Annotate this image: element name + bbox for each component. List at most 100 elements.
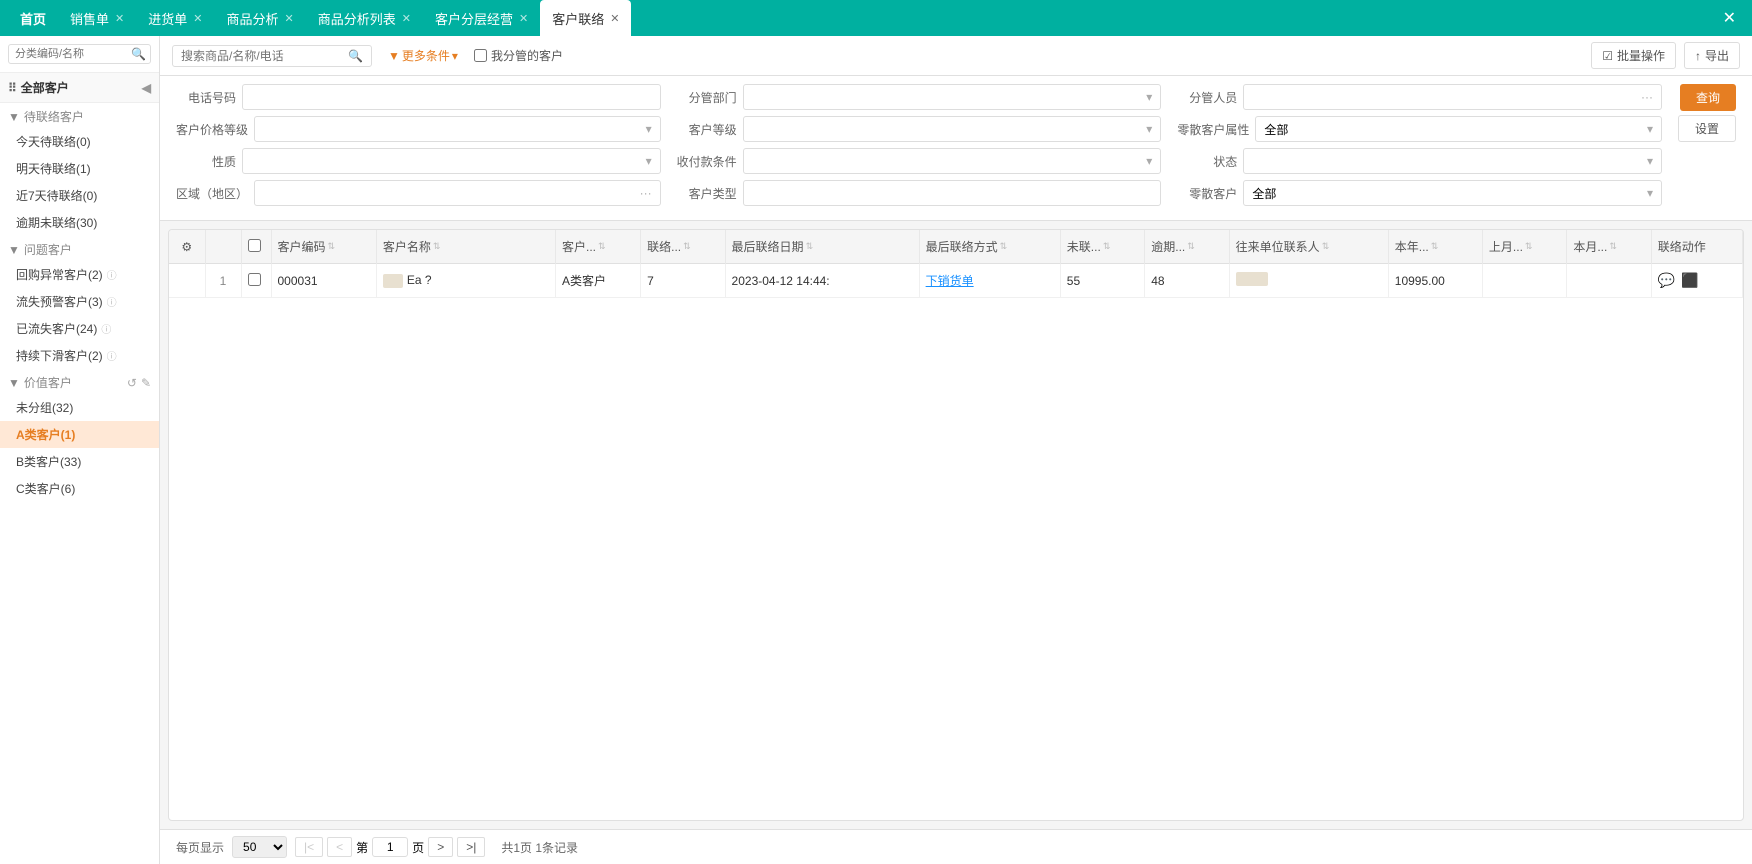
sidebar-search-input[interactable]	[8, 44, 151, 64]
export-icon: ↑	[1695, 49, 1701, 63]
sidebar-item-b-class[interactable]: B类客户(33)	[0, 448, 159, 475]
nav-tab-home[interactable]: 首页	[8, 0, 58, 36]
batch-operation-button[interactable]: ☑ 批量操作	[1591, 42, 1676, 69]
main-search-input[interactable]	[181, 49, 344, 63]
filter-row-2: 客户价格等级 ▾ 客户等级 ▾	[176, 116, 1662, 142]
nav-tab-close-sales[interactable]: ✕	[115, 12, 124, 25]
nav-tab-sales[interactable]: 销售单✕	[58, 0, 136, 36]
status-select[interactable]: ▾	[1243, 148, 1662, 174]
filter-panel: 电话号码 分管部门 ▾ 分管人员	[160, 76, 1752, 221]
first-page-button[interactable]: |<	[295, 837, 323, 857]
batch-label: 批量操作	[1617, 47, 1665, 64]
row-last-method-0: 下销货单	[919, 264, 1060, 298]
dept-arrow: ▾	[1146, 90, 1152, 104]
sidebar-item-overdue[interactable]: 逾期未联络(30)	[0, 209, 159, 236]
retail-customer-select[interactable]: 全部 ▾	[1243, 180, 1662, 206]
next-page-button[interactable]: >	[428, 837, 453, 857]
sidebar-group-value[interactable]: ▼价值客户↺✎	[0, 369, 159, 394]
my-customers-checkbox-label[interactable]: 我分管的客户	[474, 47, 563, 64]
th-settings: ⚙	[169, 230, 205, 264]
sidebar-item-c-class[interactable]: C类客户(6)	[0, 475, 159, 502]
nav-tab-close-analysis[interactable]: ✕	[285, 12, 294, 25]
sidebar-item-unclassified[interactable]: 未分组(32)	[0, 394, 159, 421]
row-select-0[interactable]	[248, 273, 261, 286]
sidebar-item-lost-pre[interactable]: 流失预警客户(3)ⓘ	[0, 288, 159, 315]
window-close-button[interactable]: ✕	[1715, 4, 1744, 32]
sidebar-item-tomorrow[interactable]: 明天待联络(1)	[0, 155, 159, 182]
prev-page-button[interactable]: <	[327, 837, 352, 857]
edit-icon-value[interactable]: ✎	[141, 376, 151, 390]
refresh-icon-value[interactable]: ↺	[127, 376, 137, 390]
sidebar-item-lost[interactable]: 已流失客户(24)ⓘ	[0, 315, 159, 342]
select-all-checkbox[interactable]	[248, 239, 261, 252]
contact-sort-icon: ⇅	[683, 241, 691, 252]
export-button[interactable]: ↑ 导出	[1684, 42, 1740, 69]
this-month-sort-icon: ⇅	[1609, 241, 1617, 252]
customer-level-select[interactable]: ▾	[743, 116, 1162, 142]
table-settings-icon[interactable]: ⚙	[181, 240, 192, 254]
customer-type-input[interactable]	[743, 180, 1162, 206]
dept-select[interactable]: ▾	[743, 84, 1162, 110]
filter-retail-customer: 零散客户 全部 ▾	[1177, 180, 1662, 206]
page-number-input[interactable]	[372, 837, 408, 857]
th-this-month: 本月...⇅	[1567, 230, 1651, 264]
filter-status: 状态 ▾	[1177, 148, 1662, 174]
sidebar-item-a-class[interactable]: A类客户(1)	[0, 421, 159, 448]
all-customers-header[interactable]: ⠿ 全部客户 ◀	[0, 73, 159, 103]
last-page-button[interactable]: >|	[457, 837, 485, 857]
nav-tab-customer-segment[interactable]: 客户分层经营✕	[423, 0, 540, 36]
row-overdue-0: 48	[1145, 264, 1229, 298]
settings-button[interactable]: 设置	[1678, 115, 1736, 142]
info-icon-continuous-decline: ⓘ	[107, 348, 117, 363]
sidebar-item-continuous-decline[interactable]: 持续下滑客户(2)ⓘ	[0, 342, 159, 369]
customer-level-arrow: ▾	[1146, 122, 1152, 136]
price-level-select[interactable]: ▾	[254, 116, 661, 142]
sidebar-item-repeat-abnormal[interactable]: 回购异常客户(2)ⓘ	[0, 261, 159, 288]
nav-tab-close-analysis-list[interactable]: ✕	[402, 12, 411, 25]
arrow-value: ▼	[8, 376, 20, 390]
qr-icon-0[interactable]: ⬛	[1681, 272, 1698, 289]
th-action-label: 联络动作	[1658, 238, 1706, 255]
sidebar-groups: ▼待联络客户今天待联络(0)明天待联络(1)近7天待联络(0)逾期未联络(30)…	[0, 103, 159, 502]
nature-select[interactable]: ▾	[242, 148, 661, 174]
phone-input[interactable]	[242, 84, 661, 110]
nav-tab-purchase[interactable]: 进货单✕	[136, 0, 214, 36]
th-unit-label: 往来单位联系人	[1236, 238, 1320, 255]
arrow-problem: ▼	[8, 243, 20, 257]
sidebar-group-problem[interactable]: ▼问题客户	[0, 236, 159, 261]
my-customers-checkbox[interactable]	[474, 49, 487, 62]
filter-person: 分管人员 ···	[1177, 84, 1662, 110]
payment-select[interactable]: ▾	[743, 148, 1162, 174]
nav-tab-close-customer-contact[interactable]: ✕	[610, 12, 619, 25]
sidebar-item-week[interactable]: 近7天待联络(0)	[0, 182, 159, 209]
total-records-label: 共1页 1条记录	[501, 839, 578, 856]
sidebar-item-today[interactable]: 今天待联络(0)	[0, 128, 159, 155]
th-code: 客户编码⇅	[271, 230, 376, 264]
query-button[interactable]: 查询	[1680, 84, 1736, 111]
nav-tab-analysis-list[interactable]: 商品分析列表✕	[306, 0, 423, 36]
sidebar-group-pending[interactable]: ▼待联络客户	[0, 103, 159, 128]
status-label: 状态	[1177, 153, 1237, 170]
nav-tab-close-purchase[interactable]: ✕	[193, 12, 202, 25]
person-select[interactable]: ···	[1243, 84, 1662, 110]
th-no-contact-label: 未联...	[1067, 238, 1101, 255]
pagination: 每页显示 50 100 200 |< < 第 页 > >| 共1页 1条记录	[160, 829, 1752, 864]
main-search-box[interactable]: 🔍	[172, 45, 372, 67]
filter-customer-type: 客户类型	[677, 180, 1162, 206]
retail-customer-label: 零散客户	[1177, 185, 1237, 202]
more-filter-button[interactable]: ▼ 更多条件 ▾	[380, 44, 466, 67]
row-this-month-0	[1567, 264, 1651, 298]
no-contact-sort-icon: ⇅	[1103, 241, 1111, 252]
last-method-link-0[interactable]: 下销货单	[926, 274, 974, 288]
region-select[interactable]: ···	[254, 180, 661, 206]
chat-icon-0[interactable]: 💬	[1658, 272, 1675, 289]
retail-attr-select[interactable]: 全部 ▾	[1255, 116, 1662, 142]
table-header: ⚙ 客户编码⇅ 客户名称⇅ 客户...⇅	[169, 230, 1743, 264]
nav-tab-close-customer-segment[interactable]: ✕	[519, 12, 528, 25]
nature-label: 性质	[176, 153, 236, 170]
nav-tab-customer-contact[interactable]: 客户联络✕	[540, 0, 631, 36]
header-row: ⚙ 客户编码⇅ 客户名称⇅ 客户...⇅	[169, 230, 1743, 264]
th-customer-type: 客户...⇅	[556, 230, 641, 264]
nav-tab-analysis[interactable]: 商品分析✕	[214, 0, 305, 36]
page-size-select[interactable]: 50 100 200	[232, 836, 287, 858]
